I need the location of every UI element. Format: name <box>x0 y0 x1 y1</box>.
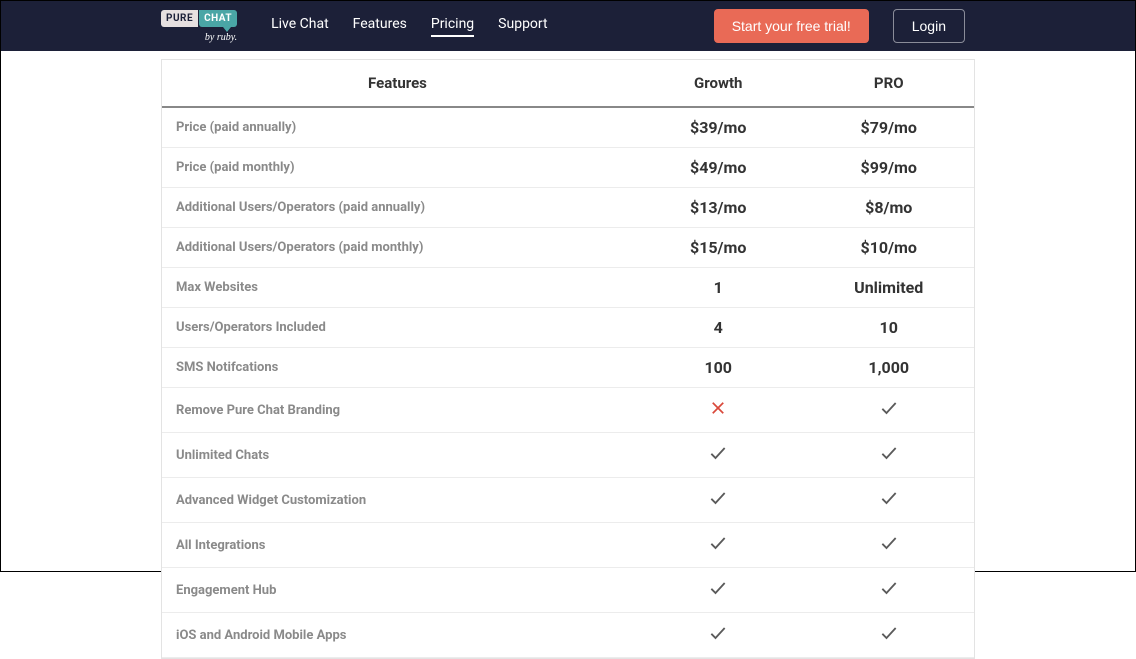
navbar: PURE CHAT by ruby. Live Chat Features Pr… <box>1 1 1135 51</box>
check-icon <box>879 623 899 647</box>
nav-features[interactable]: Features <box>353 16 407 37</box>
row-label: Engagement Hub <box>162 568 633 613</box>
row-label: iOS and Android Mobile Apps <box>162 613 633 658</box>
logo-box: PURE CHAT <box>161 10 237 27</box>
check-icon <box>879 443 899 467</box>
row-pro-value: $99/mo <box>803 148 974 188</box>
check-icon <box>879 578 899 602</box>
row-label: Max Websites <box>162 268 633 308</box>
row-pro-value <box>803 523 974 568</box>
row-label: Price (paid monthly) <box>162 148 633 188</box>
row-growth-value: $49/mo <box>633 148 804 188</box>
col-header-growth: Growth <box>633 60 804 107</box>
table-row: Remove Pure Chat Branding <box>162 388 974 433</box>
check-icon <box>708 578 728 602</box>
nav-links: Live Chat Features Pricing Support <box>271 16 547 37</box>
nav-live-chat[interactable]: Live Chat <box>271 16 329 37</box>
row-growth-value: $13/mo <box>633 188 804 228</box>
row-pro-value: $79/mo <box>803 107 974 148</box>
row-label: Advanced Widget Customization <box>162 478 633 523</box>
row-label: Additional Users/Operators (paid annuall… <box>162 188 633 228</box>
nav-support[interactable]: Support <box>498 16 547 37</box>
pricing-card: Features Growth PRO Price (paid annually… <box>161 59 975 659</box>
row-growth-value <box>633 433 804 478</box>
row-label: Remove Pure Chat Branding <box>162 388 633 433</box>
row-label: Additional Users/Operators (paid monthly… <box>162 228 633 268</box>
row-pro-value: 10 <box>803 308 974 348</box>
row-pro-value: $8/mo <box>803 188 974 228</box>
check-icon <box>879 488 899 512</box>
table-row: Price (paid annually)$39/mo$79/mo <box>162 107 974 148</box>
col-header-features: Features <box>162 60 633 107</box>
table-row: Max Websites1Unlimited <box>162 268 974 308</box>
row-growth-value: 1 <box>633 268 804 308</box>
row-label: All Integrations <box>162 523 633 568</box>
logo-pure: PURE <box>161 10 198 27</box>
table-row: Advanced Widget Customization <box>162 478 974 523</box>
table-row: Additional Users/Operators (paid monthly… <box>162 228 974 268</box>
pricing-table: Features Growth PRO Price (paid annually… <box>162 60 974 658</box>
row-label: Unlimited Chats <box>162 433 633 478</box>
logo-chat: CHAT <box>199 10 237 27</box>
content: Features Growth PRO Price (paid annually… <box>1 51 1135 659</box>
row-growth-value <box>633 613 804 658</box>
table-row: Engagement Hub <box>162 568 974 613</box>
login-button[interactable]: Login <box>893 9 965 43</box>
table-row: iOS and Android Mobile Apps <box>162 613 974 658</box>
row-growth-value <box>633 568 804 613</box>
row-growth-value: $15/mo <box>633 228 804 268</box>
logo-byline: by ruby. <box>205 32 237 43</box>
check-icon <box>708 488 728 512</box>
start-trial-button[interactable]: Start your free trial! <box>714 9 869 43</box>
row-pro-value <box>803 568 974 613</box>
logo[interactable]: PURE CHAT by ruby. <box>161 10 237 43</box>
row-pro-value <box>803 388 974 433</box>
row-pro-value <box>803 613 974 658</box>
table-row: All Integrations <box>162 523 974 568</box>
row-growth-value <box>633 478 804 523</box>
col-header-pro: PRO <box>803 60 974 107</box>
row-pro-value <box>803 478 974 523</box>
check-icon <box>879 533 899 557</box>
row-label: Users/Operators Included <box>162 308 633 348</box>
table-row: Users/Operators Included410 <box>162 308 974 348</box>
row-pro-value <box>803 433 974 478</box>
row-growth-value: 100 <box>633 348 804 388</box>
row-growth-value: 4 <box>633 308 804 348</box>
row-pro-value: Unlimited <box>803 268 974 308</box>
check-icon <box>708 443 728 467</box>
row-label: SMS Notifcations <box>162 348 633 388</box>
table-row: Additional Users/Operators (paid annuall… <box>162 188 974 228</box>
table-row: Unlimited Chats <box>162 433 974 478</box>
check-icon <box>708 533 728 557</box>
row-growth-value: $39/mo <box>633 107 804 148</box>
row-label: Price (paid annually) <box>162 107 633 148</box>
table-row: SMS Notifcations1001,000 <box>162 348 974 388</box>
row-growth-value <box>633 523 804 568</box>
row-pro-value: 1,000 <box>803 348 974 388</box>
row-growth-value <box>633 388 804 433</box>
table-row: Price (paid monthly)$49/mo$99/mo <box>162 148 974 188</box>
check-icon <box>708 623 728 647</box>
cross-icon <box>709 399 727 421</box>
nav-pricing[interactable]: Pricing <box>431 16 474 37</box>
row-pro-value: $10/mo <box>803 228 974 268</box>
check-icon <box>879 398 899 422</box>
